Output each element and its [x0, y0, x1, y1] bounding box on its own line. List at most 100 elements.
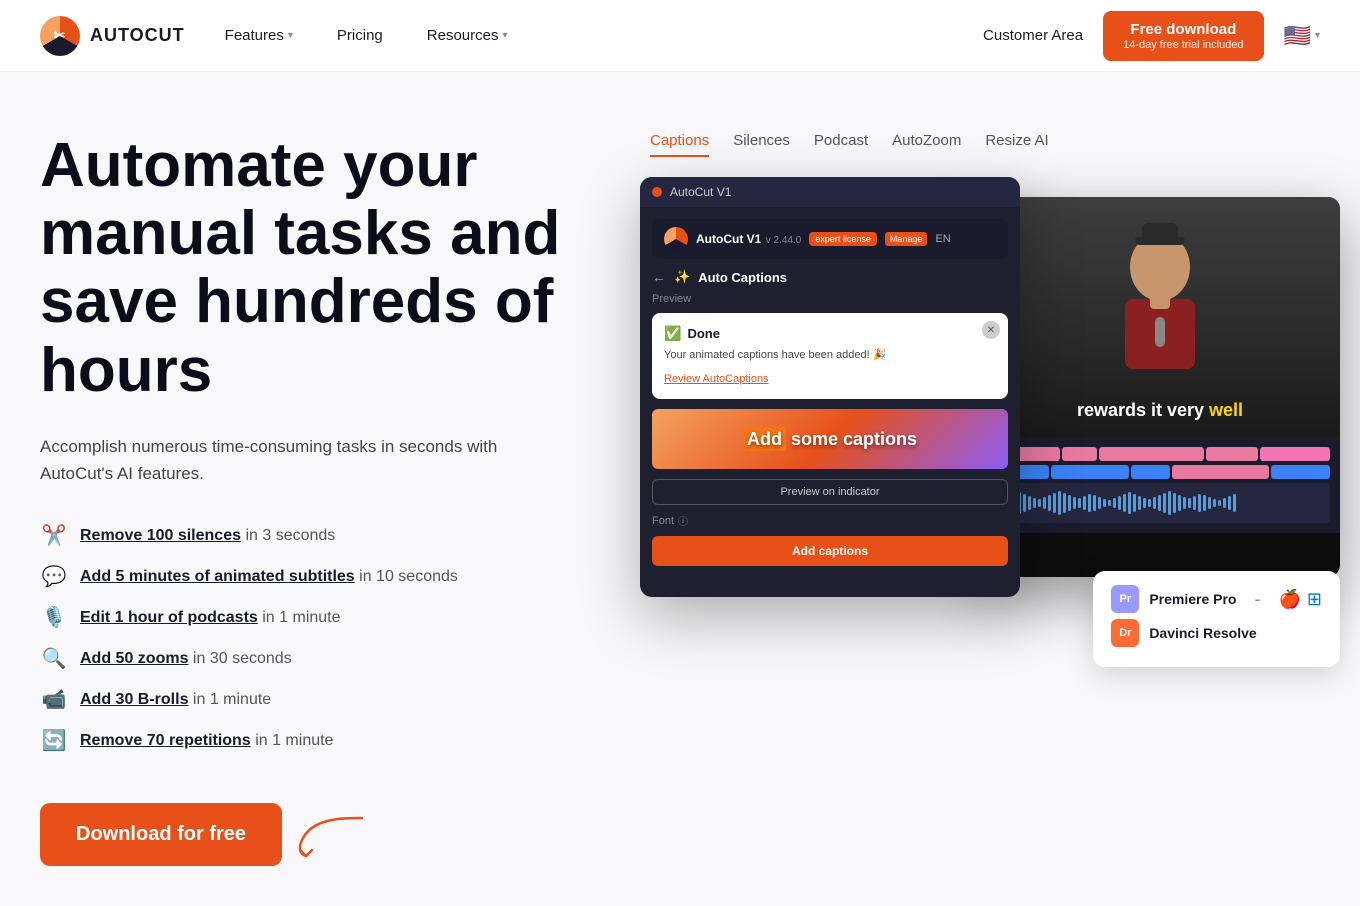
- caption-word-rest: some captions: [791, 429, 917, 449]
- manage-badge[interactable]: Manage: [885, 232, 928, 246]
- hero-right: Captions Silences Podcast AutoZoom Resiz…: [640, 132, 1320, 657]
- zoom-icon: 🔍: [40, 646, 68, 671]
- podcasts-link[interactable]: Edit 1 hour of podcasts: [80, 609, 258, 626]
- language-selector[interactable]: 🇺🇸▾: [1284, 23, 1320, 49]
- app-logo-small: [664, 227, 688, 251]
- logo[interactable]: AUTOCUT: [40, 16, 185, 56]
- license-badge: expert license: [809, 232, 877, 246]
- check-icon: ✅: [664, 325, 681, 342]
- repeat-icon: 🔄: [40, 728, 68, 753]
- tl-seg: [1206, 447, 1258, 461]
- audio-waveform: [990, 483, 1330, 523]
- brolls-link[interactable]: Add 30 B-rolls: [80, 691, 188, 708]
- download-button[interactable]: Download for free: [40, 803, 282, 866]
- feature-repetitions: 🔄 Remove 70 repetitions in 1 minute: [40, 728, 600, 753]
- resources-chevron: ▾: [502, 30, 507, 41]
- separator: -: [1254, 589, 1260, 610]
- logo-icon: [40, 16, 80, 56]
- app-name: AutoCut V1: [696, 232, 761, 246]
- nav-right: Customer Area Free download 14-day free …: [983, 11, 1320, 61]
- hero-title: Automate your manual tasks and save hund…: [40, 132, 600, 405]
- font-info-icon: ⓘ: [678, 513, 688, 528]
- app-screenshot: AutoCut V1 AutoCut V1 v 2.44.0 expert li…: [640, 177, 1020, 597]
- done-dialog: ✕ ✅ Done Your animated captions have bee…: [652, 313, 1008, 399]
- bg-video-panel: rewards it very well: [980, 197, 1340, 577]
- premiere-pro-label: Premiere Pro: [1149, 591, 1236, 607]
- repetitions-link[interactable]: Remove 70 repetitions: [80, 732, 251, 749]
- font-label: Font: [652, 515, 674, 527]
- font-row: Font ⓘ: [652, 513, 1008, 528]
- scissors-icon: ✂️: [40, 523, 68, 548]
- add-captions-button[interactable]: Add captions: [652, 536, 1008, 566]
- windows-icon: ⊞: [1307, 589, 1322, 610]
- tab-autozoom[interactable]: AutoZoom: [892, 132, 961, 157]
- subtitles-link[interactable]: Add 5 minutes of animated subtitles: [80, 568, 355, 585]
- logo-text: AUTOCUT: [90, 25, 185, 46]
- hero-subtitle: Accomplish numerous time-consuming tasks…: [40, 433, 520, 487]
- hero-left: Automate your manual tasks and save hund…: [40, 132, 600, 866]
- arrow-decoration: [292, 810, 372, 860]
- timeline-row-2: [990, 465, 1330, 479]
- preview-label: Preview: [652, 293, 1008, 305]
- mic-icon: 🎙️: [40, 605, 68, 630]
- captions-icon-small: ✨: [674, 269, 690, 285]
- caption-preview-text: Add some captions: [743, 429, 917, 450]
- nav-resources[interactable]: Resources ▾: [423, 19, 512, 52]
- review-link[interactable]: Review AutoCaptions: [664, 373, 769, 385]
- hero-section: Automate your manual tasks and save hund…: [0, 72, 1360, 906]
- app-title: AutoCut V1: [670, 185, 731, 199]
- davinci-row: Dr Davinci Resolve: [1111, 619, 1322, 647]
- caption-overlay: rewards it very well: [1077, 400, 1243, 421]
- davinci-icon: Dr: [1111, 619, 1139, 647]
- nav-pricing[interactable]: Pricing: [333, 19, 387, 52]
- done-description: Your animated captions have been added! …: [664, 348, 996, 361]
- done-title: Done: [687, 326, 720, 341]
- tl-seg: [1051, 465, 1129, 479]
- tl-seg: [1062, 447, 1097, 461]
- os-icons: 🍎 ⊞: [1278, 589, 1322, 610]
- tl-seg: [1260, 447, 1330, 461]
- app-header-left: AutoCut V1 v 2.44.0 expert license Manag…: [664, 227, 951, 251]
- tab-resize-ai[interactable]: Resize AI: [985, 132, 1048, 157]
- silences-link[interactable]: Remove 100 silences: [80, 527, 241, 544]
- video-icon: 📹: [40, 687, 68, 712]
- premiere-pro-row: Pr Premiere Pro - 🍎 ⊞: [1111, 585, 1322, 613]
- app-name-group: AutoCut V1 v 2.44.0: [696, 230, 801, 248]
- close-button[interactable]: ✕: [982, 321, 1000, 339]
- nav-features[interactable]: Features ▾: [221, 19, 297, 52]
- customer-area-link[interactable]: Customer Area: [983, 27, 1083, 44]
- features-chevron: ▾: [288, 30, 293, 41]
- navbar: AUTOCUT Features ▾ Pricing Resources ▾ C…: [0, 0, 1360, 72]
- cta-row: Download for free: [40, 803, 600, 866]
- screenshots-area: AutoCut V1 AutoCut V1 v 2.44.0 expert li…: [640, 177, 1320, 657]
- feature-list: ✂️ Remove 100 silences in 3 seconds 💬 Ad…: [40, 523, 600, 753]
- app-body: AutoCut V1 v 2.44.0 expert license Manag…: [640, 207, 1020, 578]
- app-dot: [652, 187, 662, 197]
- preview-on-indicator-button[interactable]: Preview on indicator: [652, 479, 1008, 505]
- feature-zooms: 🔍 Add 50 zooms in 30 seconds: [40, 646, 600, 671]
- feature-tabs: Captions Silences Podcast AutoZoom Resiz…: [640, 132, 1320, 157]
- apple-icon: 🍎: [1278, 589, 1300, 610]
- tab-captions[interactable]: Captions: [650, 132, 709, 157]
- software-badges: Pr Premiere Pro - 🍎 ⊞ Dr Davinci Resolve: [1093, 571, 1340, 667]
- feature-subtitles: 💬 Add 5 minutes of animated subtitles in…: [40, 564, 600, 589]
- back-btn[interactable]: ←: [652, 269, 666, 285]
- person-svg: [1100, 217, 1220, 417]
- bg-video-area: rewards it very well: [980, 197, 1340, 437]
- tab-silences[interactable]: Silences: [733, 132, 790, 157]
- video-preview: Add some captions: [652, 409, 1008, 469]
- feature-podcasts: 🎙️ Edit 1 hour of podcasts in 1 minute: [40, 605, 600, 630]
- davinci-label: Davinci Resolve: [1149, 625, 1256, 641]
- zooms-link[interactable]: Add 50 zooms: [80, 650, 188, 667]
- app-header-bar: AutoCut V1 v 2.44.0 expert license Manag…: [652, 219, 1008, 259]
- timeline-row-1: [990, 447, 1330, 461]
- tl-seg: [1271, 465, 1330, 479]
- tab-podcast[interactable]: Podcast: [814, 132, 868, 157]
- premiere-pro-icon: Pr: [1111, 585, 1139, 613]
- free-download-button[interactable]: Free download 14-day free trial included: [1103, 11, 1263, 61]
- nav-left: AUTOCUT Features ▾ Pricing Resources ▾: [40, 16, 512, 56]
- caption-word-add: Add: [743, 427, 786, 451]
- app-lang: EN: [935, 233, 950, 245]
- timeline-area: [980, 437, 1340, 533]
- app-version: v 2.44.0: [766, 235, 802, 246]
